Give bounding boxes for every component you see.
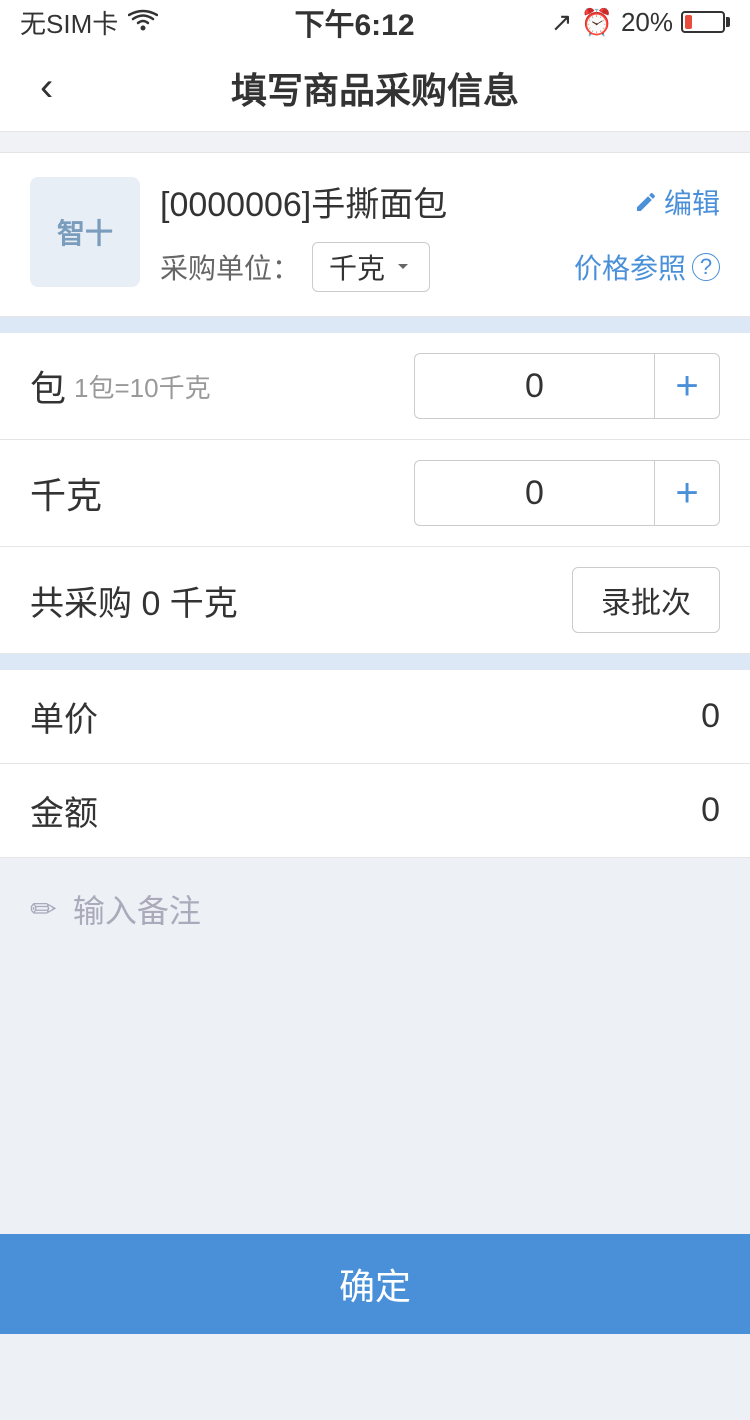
pack-label: 包 — [30, 360, 66, 412]
alarm-icon: ⏰ — [581, 7, 613, 38]
product-info: [0000006]手撕面包 编辑 采购单位： 千克 — [160, 177, 720, 292]
unit-label: 采购单位： — [160, 247, 300, 287]
total-text: 共采购 0 千克 — [30, 576, 238, 625]
edit-label: 编辑 — [664, 182, 720, 222]
total-row: 共采购 0 千克 录批次 — [0, 547, 750, 654]
pack-input-row: 包 1包=10千克 + — [0, 333, 750, 440]
nav-bar: ‹ 填写商品采购信息 — [0, 44, 750, 132]
status-indicators: ↗ ⏰ 20% — [551, 7, 730, 38]
product-logo: 智十 — [30, 177, 140, 287]
main-content: 智十 [0000006]手撕面包 编辑 采购单位： 千克 — [0, 152, 750, 1420]
kg-input-group: + — [414, 460, 720, 526]
pack-plus-button[interactable]: + — [654, 353, 720, 419]
location-icon: ↗ — [551, 7, 573, 38]
status-carrier: 无SIM卡 — [20, 4, 158, 41]
record-batch-button[interactable]: 录批次 — [572, 567, 720, 633]
notes-section[interactable]: ✏ 输入备注 — [0, 858, 750, 960]
battery-percent: 20% — [621, 7, 673, 38]
page-title: 填写商品采购信息 — [231, 62, 519, 114]
price-label: 单价 — [30, 692, 98, 741]
product-name: [0000006]手撕面包 — [160, 177, 447, 226]
confirm-button[interactable]: 确定 — [0, 1234, 750, 1334]
section-divider-middle — [0, 654, 750, 670]
pack-quantity-input[interactable] — [414, 353, 654, 419]
pack-input-group: + — [414, 353, 720, 419]
battery-icon — [681, 11, 730, 33]
kg-quantity-input[interactable] — [414, 460, 654, 526]
pencil-icon: ✏ — [30, 890, 57, 928]
unit-row: 采购单位： 千克 价格参照 ? — [160, 242, 720, 292]
product-section: 智十 [0000006]手撕面包 编辑 采购单位： 千克 — [0, 152, 750, 317]
wifi-icon — [128, 7, 158, 38]
price-ref-button[interactable]: 价格参照 ? — [574, 247, 720, 287]
edit-button[interactable]: 编辑 — [634, 182, 720, 222]
status-bar: 无SIM卡 下午6:12 ↗ ⏰ 20% — [0, 0, 750, 44]
back-button[interactable]: ‹ — [30, 55, 63, 120]
help-icon: ? — [692, 253, 720, 281]
kg-input-row: 千克 + — [0, 440, 750, 547]
carrier-text: 无SIM卡 — [20, 4, 118, 41]
kg-label: 千克 — [30, 467, 102, 519]
product-logo-text: 智十 — [57, 212, 113, 252]
amount-value: 0 — [701, 791, 720, 830]
section-divider-top — [0, 317, 750, 333]
price-row: 单价 0 — [0, 670, 750, 764]
product-name-row: [0000006]手撕面包 编辑 — [160, 177, 720, 226]
pack-sub-label: 1包=10千克 — [74, 368, 211, 405]
price-ref-label: 价格参照 — [574, 247, 686, 287]
notes-placeholder-text: 输入备注 — [73, 886, 201, 932]
amount-label: 金额 — [30, 786, 98, 835]
unit-select[interactable]: 千克 — [312, 242, 430, 292]
amount-row: 金额 0 — [0, 764, 750, 858]
price-value: 0 — [701, 697, 720, 736]
kg-plus-button[interactable]: + — [654, 460, 720, 526]
unit-value: 千克 — [329, 247, 385, 287]
status-time: 下午6:12 — [294, 0, 414, 44]
